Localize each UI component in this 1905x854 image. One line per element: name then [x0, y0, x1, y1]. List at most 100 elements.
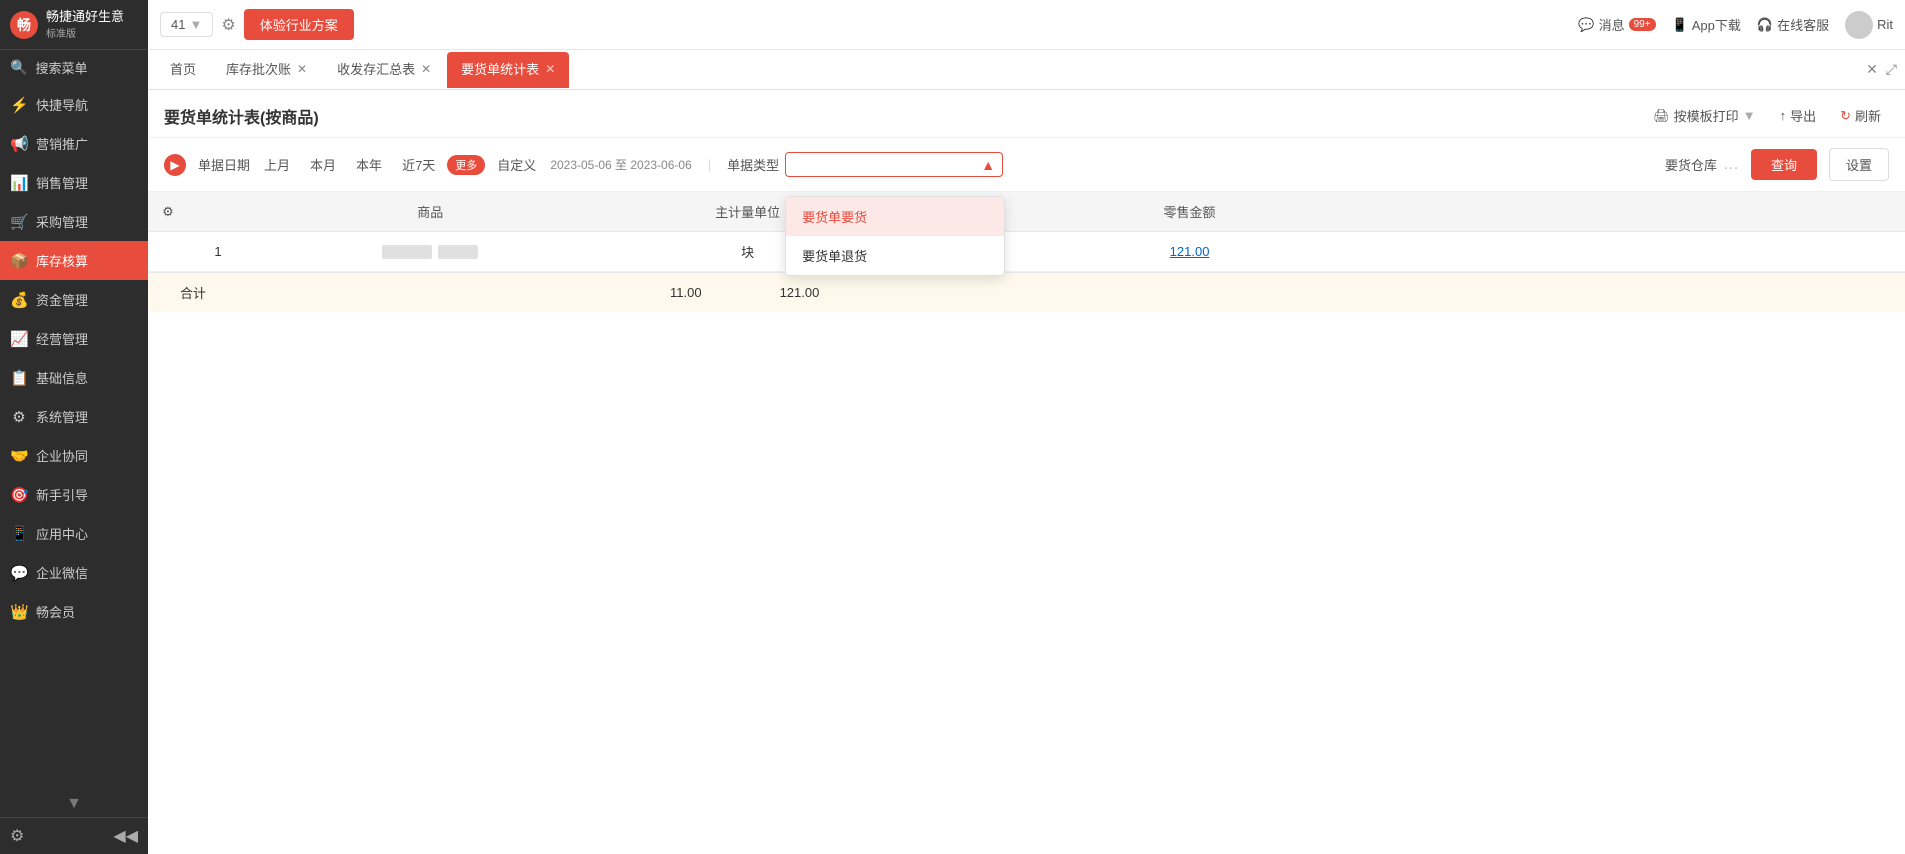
sidebar-item-inventory[interactable]: 📦 库存核算 — [0, 241, 148, 280]
sidebar-item-label: 应用中心 — [36, 524, 88, 543]
print-button[interactable]: 🖨 按模板打印 ▼ — [1645, 102, 1763, 129]
date-filter-group: 单据日期 上月 本月 本年 近7天 更多 自定义 2023-05-06 至 20… — [198, 152, 692, 177]
tab-summary-label: 收发存汇总表 — [337, 59, 415, 78]
purchase-icon: 🛒 — [10, 213, 28, 231]
collapse-icon[interactable]: ◀◀ — [113, 826, 138, 846]
col-product: 商品 — [248, 192, 612, 232]
tabs-bar: 首页 库存批次账 ✕ 收发存汇总表 ✕ 要货单统计表 ✕ ✕ ⤢ — [148, 50, 1905, 90]
app-download-action[interactable]: 📱 App下载 — [1672, 15, 1741, 34]
row-settings — [148, 232, 188, 272]
dropdown-item-requisition-order[interactable]: 要货单要货 — [786, 197, 1004, 236]
tab-requisition-label: 要货单统计表 — [461, 59, 539, 78]
sidebar-item-label: 快捷导航 — [36, 95, 88, 114]
search-menu[interactable]: 🔍 搜索菜单 — [0, 50, 148, 85]
footer-amount: 121.00 — [780, 285, 820, 300]
sidebar-item-guide[interactable]: 🎯 新手引导 — [0, 475, 148, 514]
filter-settings-button[interactable]: 设置 — [1829, 148, 1889, 181]
settings-icon[interactable]: ⚙ — [10, 826, 24, 846]
sidebar-item-ops[interactable]: 📈 经营管理 — [0, 319, 148, 358]
row-seq: 1 — [188, 232, 248, 272]
tab-requisition[interactable]: 要货单统计表 ✕ — [447, 52, 569, 88]
row-amount: 121.00 — [1074, 232, 1305, 272]
query-button[interactable]: 查询 — [1751, 149, 1817, 180]
sidebar-item-finance[interactable]: 💰 资金管理 — [0, 280, 148, 319]
company-selector[interactable]: 41 ▼ — [160, 12, 213, 37]
print-label: 按模板打印 — [1674, 106, 1739, 125]
search-label: 搜索菜单 — [35, 58, 87, 77]
dropdown-item-requisition-return[interactable]: 要货单退货 — [786, 236, 1004, 275]
date-shortcut-custom[interactable]: 自定义 — [489, 152, 544, 177]
online-service-label: 在线客服 — [1777, 15, 1829, 34]
doc-type-label: 单据类型 — [727, 155, 779, 174]
expand-tabs-button[interactable]: ⤢ — [1886, 61, 1897, 78]
search-icon: 🔍 — [10, 59, 27, 76]
row-product — [248, 232, 612, 272]
warehouse-more-icon[interactable]: … — [1723, 156, 1739, 174]
sidebar-item-system[interactable]: ⚙ 系统管理 — [0, 397, 148, 436]
date-shortcuts: 上月 本月 本年 近7天 更多 自定义 — [256, 152, 544, 177]
export-label: 导出 — [1790, 106, 1816, 125]
date-shortcut-more[interactable]: 更多 — [447, 155, 485, 175]
nav-menu: ⚡ 快捷导航 📢 营销推广 📊 销售管理 🛒 采购管理 📦 库存核算 💰 资金管… — [0, 85, 148, 791]
tab-summary-close[interactable]: ✕ — [421, 62, 431, 76]
sidebar-item-quick-nav[interactable]: ⚡ 快捷导航 — [0, 85, 148, 124]
tab-summary[interactable]: 收发存汇总表 ✕ — [323, 52, 445, 88]
header-gear-icon[interactable]: ⚙ — [221, 15, 235, 35]
logo-icon: 畅 — [10, 11, 38, 39]
message-label: 消息 — [1599, 15, 1625, 34]
sidebar-item-collab[interactable]: 🤝 企业协同 — [0, 436, 148, 475]
sidebar: 畅 畅捷通好生意 标准版 🔍 搜索菜单 ⚡ 快捷导航 📢 营销推广 📊 销售管理… — [0, 0, 148, 854]
tab-home-label: 首页 — [170, 59, 196, 78]
basic-icon: 📋 — [10, 369, 28, 387]
sidebar-item-label: 基础信息 — [36, 368, 88, 387]
tab-batch-close[interactable]: ✕ — [297, 62, 307, 76]
doc-type-input[interactable] — [785, 152, 1003, 177]
close-all-tabs-button[interactable]: ✕ — [1866, 61, 1878, 78]
sidebar-item-apps[interactable]: 📱 应用中心 — [0, 514, 148, 553]
apps-icon: 📱 — [10, 525, 28, 543]
message-badge: 99+ — [1629, 18, 1656, 31]
table-row[interactable]: 1 块 11.00 121.00 — [148, 232, 1905, 272]
user-avatar-action[interactable]: Rit — [1845, 11, 1893, 39]
col-seq — [188, 192, 248, 232]
tab-home[interactable]: 首页 — [156, 52, 210, 88]
sidebar-scroll-down[interactable]: ▼ — [0, 791, 148, 817]
date-shortcut-7days[interactable]: 近7天 — [394, 152, 443, 177]
sidebar-item-wechat[interactable]: 💬 企业微信 — [0, 553, 148, 592]
table-area: ⚙ 商品 主计量单位 主数量 零售金额 1 — [148, 192, 1905, 272]
online-service-action[interactable]: 🎧 在线客服 — [1757, 15, 1829, 34]
page-inner: 要货单统计表(按商品) 🖨 按模板打印 ▼ ↑ 导出 ↻ 刷新 — [148, 90, 1905, 854]
date-shortcut-current[interactable]: 本月 — [302, 152, 344, 177]
sidebar-item-label: 畅会员 — [36, 602, 75, 621]
table-header-row: ⚙ 商品 主计量单位 主数量 零售金额 — [148, 192, 1905, 232]
app-sub: 标准版 — [46, 25, 124, 40]
page-content: 要货单统计表(按商品) 🖨 按模板打印 ▼ ↑ 导出 ↻ 刷新 — [148, 90, 1905, 854]
sidebar-item-purchase[interactable]: 🛒 采购管理 — [0, 202, 148, 241]
tab-requisition-close[interactable]: ✕ — [545, 62, 555, 76]
ops-icon: 📈 — [10, 330, 28, 348]
trial-button[interactable]: 体验行业方案 — [244, 9, 354, 40]
doc-type-chevron-icon[interactable]: ▲ — [981, 157, 995, 173]
date-shortcut-up[interactable]: 上月 — [256, 152, 298, 177]
tab-batch[interactable]: 库存批次账 ✕ — [212, 52, 321, 88]
page-actions: 🖨 按模板打印 ▼ ↑ 导出 ↻ 刷新 — [1645, 102, 1889, 129]
expand-filter-button[interactable]: ▶ — [164, 154, 186, 176]
refresh-button[interactable]: ↻ 刷新 — [1832, 102, 1889, 129]
sidebar-item-marketing[interactable]: 📢 营销推广 — [0, 124, 148, 163]
doc-type-dropdown: 要货单要货 要货单退货 — [785, 196, 1005, 276]
col-settings[interactable]: ⚙ — [148, 192, 188, 232]
sidebar-item-sales[interactable]: 📊 销售管理 — [0, 163, 148, 202]
app-logo: 畅 畅捷通好生意 标准版 — [0, 0, 148, 50]
sidebar-item-member[interactable]: 👑 畅会员 — [0, 592, 148, 631]
inventory-icon: 📦 — [10, 252, 28, 270]
message-action[interactable]: 💬 消息 99+ — [1578, 15, 1655, 34]
download-icon: 📱 — [1672, 17, 1688, 33]
refresh-icon: ↻ — [1840, 108, 1851, 124]
date-label: 单据日期 — [198, 155, 250, 174]
date-shortcut-year[interactable]: 本年 — [348, 152, 390, 177]
collab-icon: 🤝 — [10, 447, 28, 465]
sidebar-item-basic[interactable]: 📋 基础信息 — [0, 358, 148, 397]
filter-divider: | — [708, 157, 711, 172]
export-button[interactable]: ↑ 导出 — [1772, 102, 1825, 129]
chevron-down-icon: ▼ — [189, 17, 202, 32]
